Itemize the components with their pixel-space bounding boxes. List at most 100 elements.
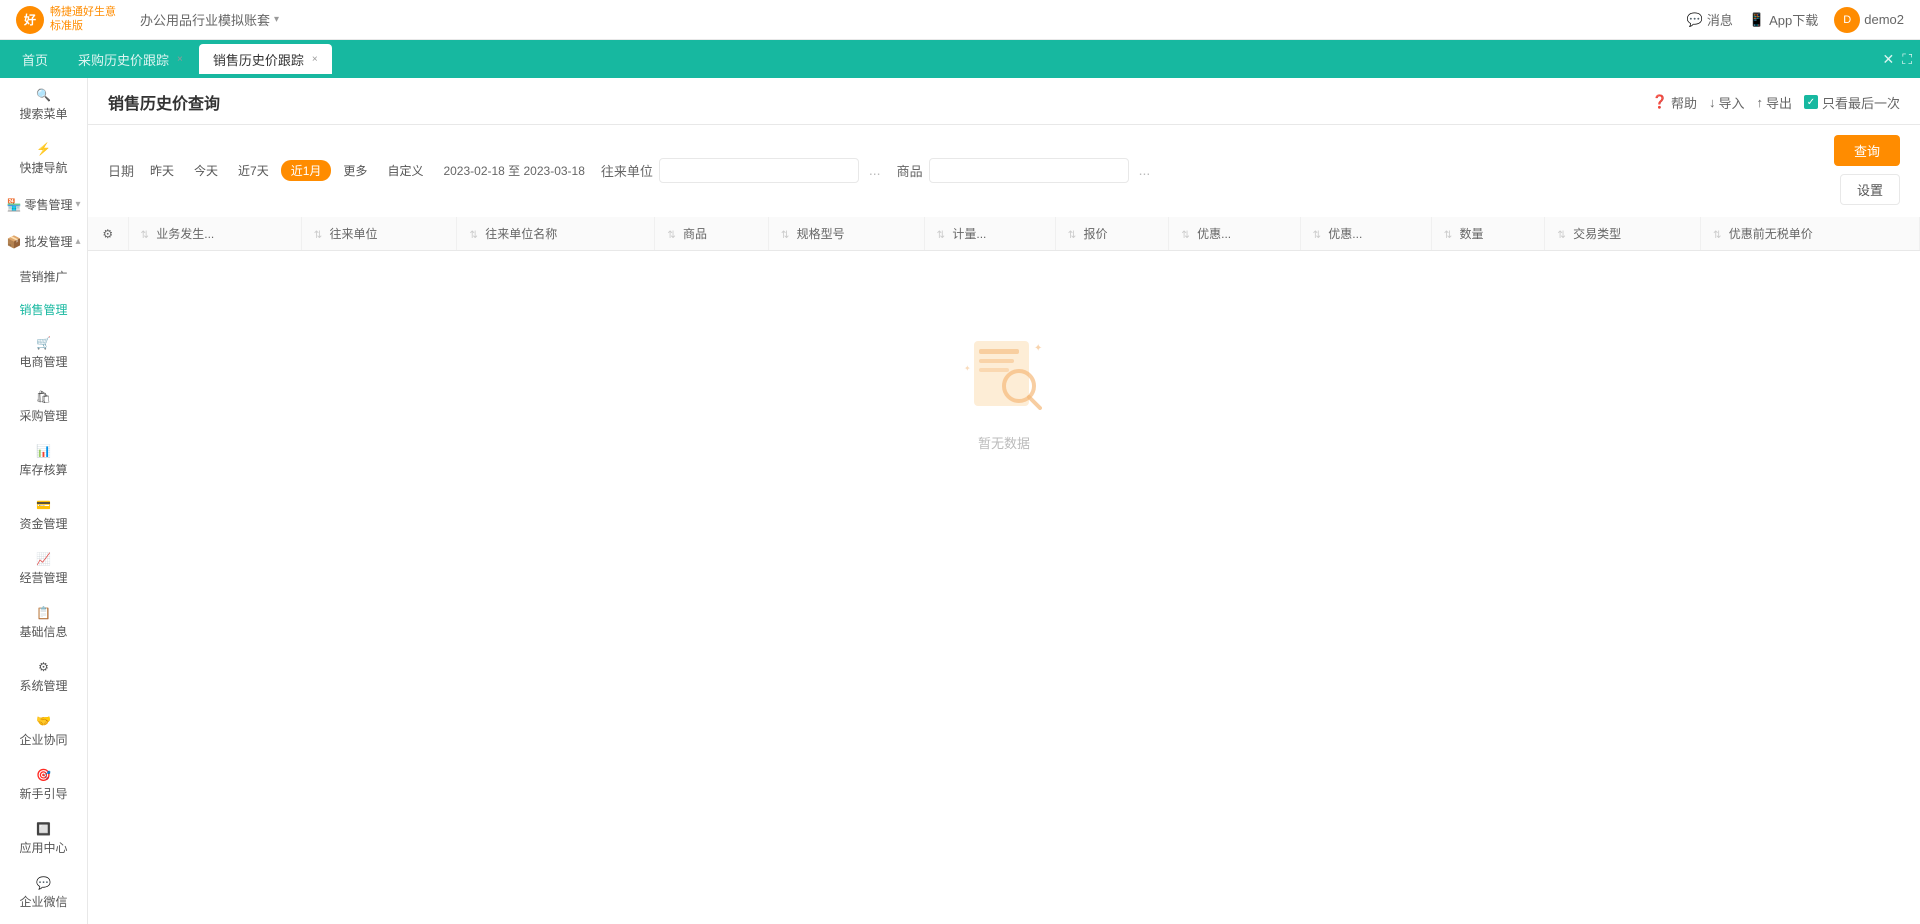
page-header: 销售历史价查询 ❓ 帮助 ↓ 导入 ↑ 导出 ✓ [88,78,1920,125]
sidebar-item-enterprise[interactable]: 🤝 企业协同 [0,704,87,758]
user-area[interactable]: D demo2 [1834,7,1904,33]
sidebar-inventory-label: 库存核算 [19,461,67,478]
sidebar-item-member[interactable]: 👑 畅会员 [0,920,87,924]
sidebar-item-system[interactable]: ⚙ 系统管理 [0,650,87,704]
query-button[interactable]: 查询 [1834,135,1900,166]
sort-arrows-quote: ⇅ [1068,230,1076,241]
gear-icon: ⚙ [102,227,113,241]
sidebar-item-wechat[interactable]: 💬 企业微信 [0,866,87,920]
sidebar-item-purchase[interactable]: 🛍 采购管理 [0,380,87,434]
retail-icon: 🏪 [7,198,22,212]
col-gear[interactable]: ⚙ [88,217,128,251]
svg-text:✦: ✦ [1034,343,1042,354]
message-button[interactable]: 💬 消息 [1687,10,1733,29]
sidebar-basic-label: 基础信息 [19,623,67,640]
sidebar-item-retail[interactable]: 🏪 零售管理 ▾ [0,186,87,223]
top-bar-right: 💬 消息 📱 App下载 D demo2 [1687,7,1904,33]
sort-arrows-unit: ⇅ [314,230,322,241]
sort-arrows-trade: ⇅ [1557,230,1565,241]
tab-home[interactable]: 首页 [8,44,62,74]
wechat-icon: 💬 [36,876,51,890]
sidebar-salesmgmt-label: 销售管理 [19,301,67,318]
sidebar-purchase-label: 采购管理 [19,407,67,424]
sidebar-sub-sales-mgmt[interactable]: 销售管理 [0,293,87,326]
sidebar-item-shortcut[interactable]: ⚡ 快捷导航 [0,132,87,186]
sidebar: 🔍 搜索菜单 ⚡ 快捷导航 🏪 零售管理 ▾ 📦 批发管理 ▴ 营销推广 销售管… [0,78,88,924]
date-btn-more[interactable]: 更多 [335,160,375,181]
source-unit-picker-icon[interactable]: ... [869,162,881,178]
sidebar-finance-label: 资金管理 [19,515,67,532]
help-button[interactable]: ❓ 帮助 [1652,93,1697,112]
only-last-checkbox[interactable]: ✓ 只看最后一次 [1804,93,1900,112]
sidebar-enterprise-label: 企业协同 [19,731,67,748]
sort-arrows-price: ⇅ [1713,230,1721,241]
sidebar-wholesale-label: 批发管理 [24,233,72,250]
product-picker-icon[interactable]: ... [1139,162,1151,178]
finance-icon: 💳 [36,498,51,512]
tab-home-label: 首页 [22,50,48,69]
product-filter: 商品 ... [897,158,1151,183]
sidebar-item-newbie[interactable]: 🎯 新手引导 [0,758,87,812]
tab-sales-history[interactable]: 销售历史价跟踪 × [199,44,332,74]
date-buttons: 昨天 今天 近7天 近1月 更多 自定义 [142,160,431,181]
sidebar-item-apps[interactable]: 🔲 应用中心 [0,812,87,866]
sidebar-item-search[interactable]: 🔍 搜索菜单 [0,78,87,132]
col-unit-code[interactable]: ⇅ 往来单位 [301,217,457,251]
app-selector[interactable]: 办公用品行业模拟账套 ▾ [140,10,279,29]
page-actions: ❓ 帮助 ↓ 导入 ↑ 导出 ✓ 只看最后一次 [1652,93,1900,112]
checkbox-checked-icon: ✓ [1804,95,1818,109]
settings-button[interactable]: 设置 [1840,174,1900,205]
page-title-row: 销售历史价查询 ❓ 帮助 ↓ 导入 ↑ 导出 ✓ [108,90,1900,124]
export-button[interactable]: ↑ 导出 [1756,93,1792,112]
col-unit[interactable]: ⇅ 计量... [924,217,1055,251]
sidebar-shortcut-label: 快捷导航 [19,159,67,176]
date-filter-label: 日期 [108,161,134,180]
table-area: ⚙ ⇅ 业务发生... ⇅ 往来单位 ⇅ 往来单位名称 [88,217,1920,924]
sort-arrows-biz: ⇅ [141,230,149,241]
tab-purchase-label: 采购历史价跟踪 [78,50,169,69]
import-button[interactable]: ↓ 导入 [1709,93,1745,112]
col-biz-date[interactable]: ⇅ 业务发生... [128,217,301,251]
col-discount2[interactable]: ⇅ 优惠... [1300,217,1431,251]
top-bar-left: 好 畅捷通好生意 标准版 办公用品行业模拟账套 ▾ [16,6,279,34]
sidebar-item-basic[interactable]: 📋 基础信息 [0,596,87,650]
retail-arrow-icon: ▾ [75,199,80,210]
sidebar-item-inventory[interactable]: 📊 库存核算 [0,434,87,488]
sidebar-item-wholesale[interactable]: 📦 批发管理 ▴ [0,223,87,260]
col-discount1[interactable]: ⇅ 优惠... [1169,217,1300,251]
col-trade-type[interactable]: ⇅ 交易类型 [1545,217,1701,251]
date-btn-today[interactable]: 今天 [186,160,226,181]
date-btn-custom[interactable]: 自定义 [379,160,431,181]
source-unit-input[interactable] [659,158,859,183]
sidebar-apps-label: 应用中心 [19,839,67,856]
close-all-tabs-button[interactable]: ✕ [1882,51,1894,68]
col-unit-name[interactable]: ⇅ 往来单位名称 [457,217,655,251]
tab-purchase-history[interactable]: 采购历史价跟踪 × [64,44,197,74]
app-name: 办公用品行业模拟账套 [140,10,270,29]
shortcut-icon: ⚡ [36,142,51,156]
fullscreen-button[interactable]: ⛶ [1902,51,1912,68]
main-layout: 🔍 搜索菜单 ⚡ 快捷导航 🏪 零售管理 ▾ 📦 批发管理 ▴ 营销推广 销售管… [0,78,1920,924]
date-btn-1month[interactable]: 近1月 [281,160,332,181]
sidebar-item-finance[interactable]: 💳 资金管理 [0,488,87,542]
col-spec[interactable]: ⇅ 规格型号 [768,217,924,251]
col-product[interactable]: ⇅ 商品 [655,217,769,251]
sidebar-sub-marketing[interactable]: 营销推广 [0,260,87,293]
app-download-button[interactable]: 📱 App下载 [1749,10,1818,29]
col-quote[interactable]: ⇅ 报价 [1055,217,1169,251]
product-input[interactable] [929,158,1129,183]
import-icon: ↓ [1709,95,1716,110]
table-header: ⚙ ⇅ 业务发生... ⇅ 往来单位 ⇅ 往来单位名称 [88,217,1920,251]
col-quantity[interactable]: ⇅ 数量 [1431,217,1545,251]
tab-sales-label: 销售历史价跟踪 [213,50,304,69]
date-btn-7days[interactable]: 近7天 [230,160,277,181]
sidebar-item-operation[interactable]: 📈 经营管理 [0,542,87,596]
sidebar-marketing-label: 营销推广 [19,268,67,285]
tab-sales-close[interactable]: × [312,54,318,65]
col-pre-tax-price[interactable]: ⇅ 优惠前无税单价 [1701,217,1920,251]
date-btn-yesterday[interactable]: 昨天 [142,160,182,181]
sidebar-item-ecommerce[interactable]: 🛒 电商管理 [0,326,87,380]
tab-purchase-close[interactable]: × [177,54,183,65]
source-unit-label: 往来单位 [601,161,653,180]
source-unit-filter: 往来单位 ... [601,158,881,183]
